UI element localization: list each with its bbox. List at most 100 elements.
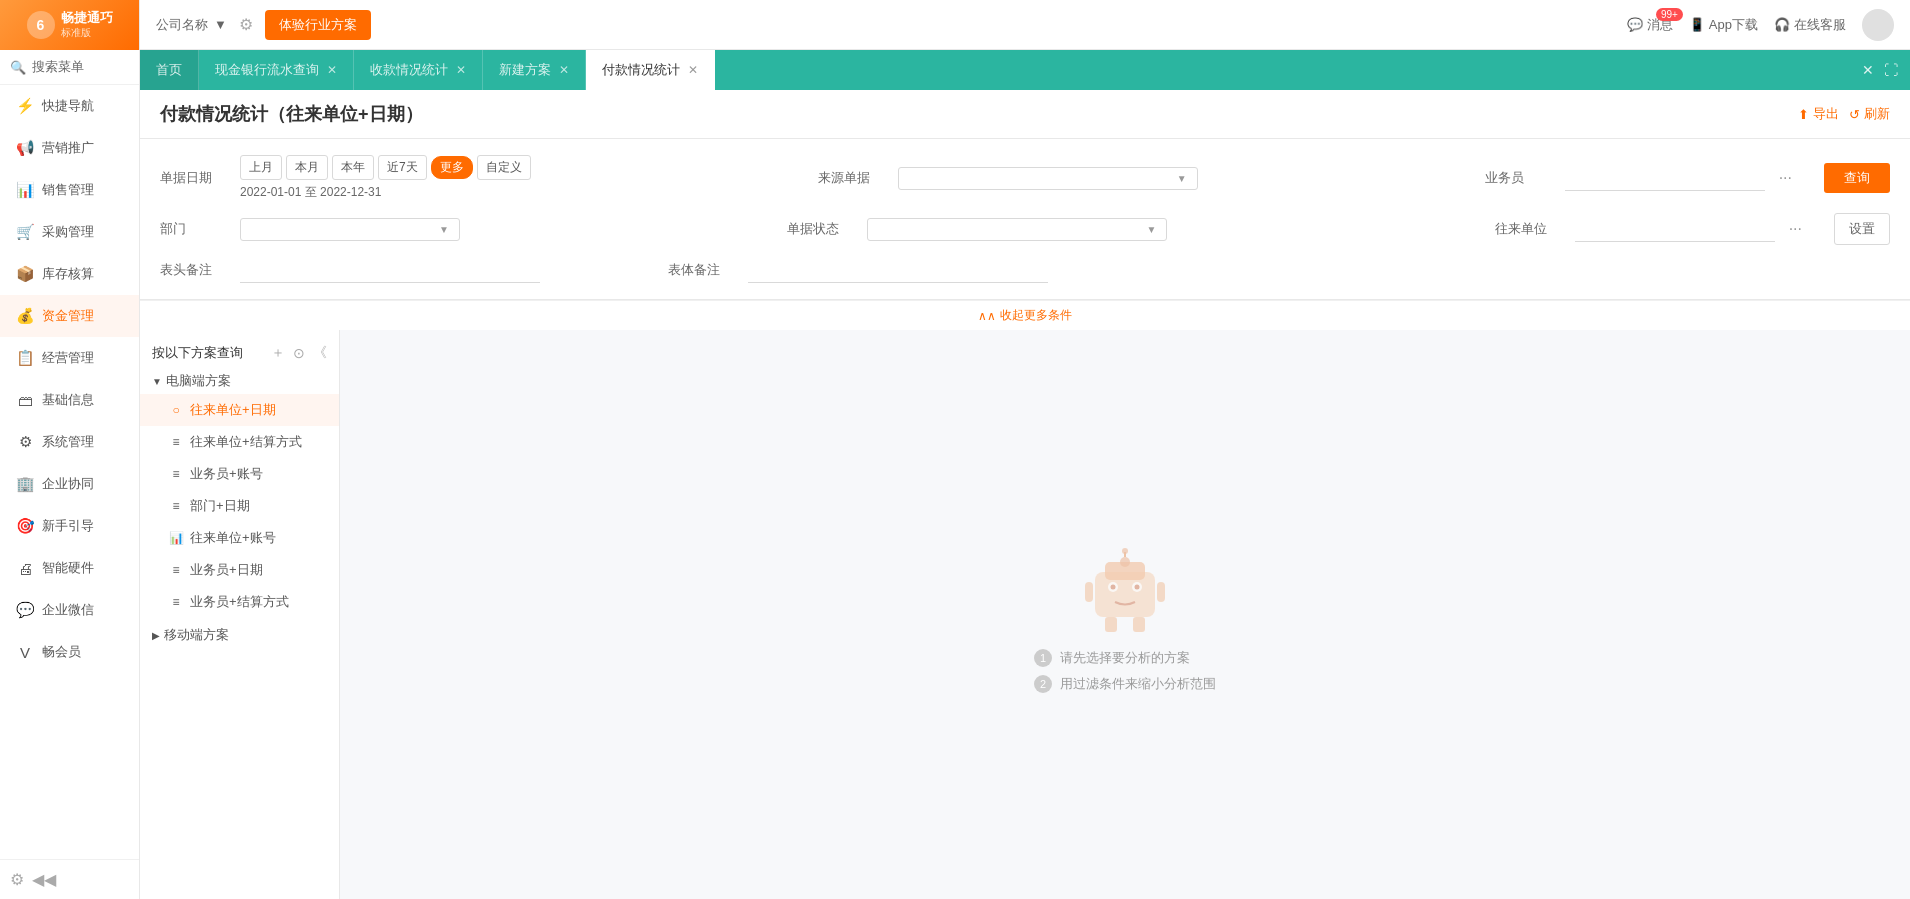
tab-close-payment-stats[interactable]: ✕ [688, 63, 698, 77]
scheme-item-counterpart-date[interactable]: ○ 往来单位+日期 [140, 394, 339, 426]
custom-btn[interactable]: 自定义 [477, 155, 531, 180]
close-all-icon[interactable]: ✕ [1862, 62, 1874, 78]
sidebar-item-vip[interactable]: V 畅会员 [0, 631, 139, 673]
svg-point-7 [1111, 584, 1116, 589]
query-btn[interactable]: 查询 [1824, 163, 1890, 193]
counterpart-ellipsis[interactable]: ··· [1781, 220, 1810, 238]
nav-icon-guide: 🎯 [16, 517, 34, 535]
chevron-up-icon: ∧∧ [978, 309, 996, 323]
nav-label-basic: 基础信息 [42, 391, 94, 409]
company-selector[interactable]: 公司名称 ▼ [156, 16, 227, 34]
sidebar-item-basic[interactable]: 🗃 基础信息 [0, 379, 139, 421]
svg-rect-12 [1133, 617, 1145, 632]
sidebar-nav: ⚡ 快捷导航📢 营销推广📊 销售管理🛒 采购管理📦 库存核算💰 资金管理📋 经营… [0, 85, 139, 673]
tab-receivable-stats[interactable]: 收款情况统计✕ [354, 50, 483, 90]
body-note-input[interactable] [748, 257, 1048, 283]
sidebar-item-hardware[interactable]: 🖨 智能硬件 [0, 547, 139, 589]
scheme-item-staff-account[interactable]: ≡ 业务员+账号 [140, 458, 339, 490]
scheme-icon-counterpart-settlement: ≡ [168, 434, 184, 450]
sidebar-item-wechat[interactable]: 💬 企业微信 [0, 589, 139, 631]
data-area: 1 请先选择要分析的方案 2 用过滤条件来缩小分析范围 [340, 330, 1910, 899]
dept-select[interactable]: ▼ [240, 218, 460, 241]
scheme-item-counterpart-settlement[interactable]: ≡ 往来单位+结算方式 [140, 426, 339, 458]
more-btn[interactable]: 更多 [431, 156, 473, 179]
last-month-btn[interactable]: 上月 [240, 155, 282, 180]
settings-btn[interactable]: 设置 [1834, 213, 1890, 245]
settings-icon[interactable]: ⚙ [10, 870, 24, 889]
desktop-group-header[interactable]: ▼ 电脑端方案 [140, 368, 339, 394]
this-year-btn[interactable]: 本年 [332, 155, 374, 180]
nav-icon-inventory: 📦 [16, 265, 34, 283]
sidebar-item-enterprise[interactable]: 🏢 企业协同 [0, 463, 139, 505]
nav-label-quick-nav: 快捷导航 [42, 97, 94, 115]
search-menu[interactable]: 🔍 搜索菜单 [0, 50, 139, 85]
scheme-item-counterpart-account[interactable]: 📊 往来单位+账号 [140, 522, 339, 554]
body-note-label: 表体备注 [668, 261, 724, 279]
export-btn[interactable]: ⬆ 导出 [1798, 105, 1839, 123]
nav-icon-finance: 💰 [16, 307, 34, 325]
tab-bank-flow[interactable]: 现金银行流水查询✕ [199, 50, 354, 90]
nav-label-enterprise: 企业协同 [42, 475, 94, 493]
empty-tips: 1 请先选择要分析的方案 2 用过滤条件来缩小分析范围 [1034, 649, 1216, 693]
doc-status-select[interactable]: ▼ [867, 218, 1167, 241]
tab-close-bank-flow[interactable]: ✕ [327, 63, 337, 77]
this-month-btn[interactable]: 本月 [286, 155, 328, 180]
collapse-scheme-btn[interactable]: 《 [313, 344, 327, 362]
add-scheme-btn[interactable]: ＋ [271, 344, 285, 362]
tab-close-new-scheme[interactable]: ✕ [559, 63, 569, 77]
scheme-label-counterpart-settlement: 往来单位+结算方式 [190, 433, 302, 451]
nav-label-system: 系统管理 [42, 433, 94, 451]
scheme-item-staff-date[interactable]: ≡ 业务员+日期 [140, 554, 339, 586]
sidebar-item-marketing[interactable]: 📢 营销推广 [0, 127, 139, 169]
header-note-input[interactable] [240, 257, 540, 283]
tab-payment-stats[interactable]: 付款情况统计✕ [586, 50, 715, 90]
scheme-item-staff-settlement[interactable]: ≡ 业务员+结算方式 [140, 586, 339, 618]
sidebar-item-system[interactable]: ⚙ 系统管理 [0, 421, 139, 463]
nav-icon-basic: 🗃 [16, 391, 34, 409]
staff-ellipsis[interactable]: ··· [1771, 169, 1800, 187]
last-7-days-btn[interactable]: 近7天 [378, 155, 427, 180]
sidebar-item-operation[interactable]: 📋 经营管理 [0, 337, 139, 379]
sidebar-item-guide[interactable]: 🎯 新手引导 [0, 505, 139, 547]
scheme-icon-staff-account: ≡ [168, 466, 184, 482]
sidebar-item-inventory[interactable]: 📦 库存核算 [0, 253, 139, 295]
maximize-icon[interactable]: ⛶ [1884, 62, 1898, 78]
svg-point-8 [1135, 584, 1140, 589]
online-service-btn[interactable]: 🎧 在线客服 [1774, 16, 1846, 34]
refresh-btn[interactable]: ↺ 刷新 [1849, 105, 1890, 123]
staff-input[interactable] [1565, 165, 1765, 191]
tab-close-receivable-stats[interactable]: ✕ [456, 63, 466, 77]
scheme-icon-counterpart-date: ○ [168, 402, 184, 418]
sidebar-item-finance[interactable]: 💰 资金管理 [0, 295, 139, 337]
nav-icon-enterprise: 🏢 [16, 475, 34, 493]
settings-icon[interactable]: ⚙ [239, 15, 253, 34]
tab-new-scheme[interactable]: 新建方案✕ [483, 50, 586, 90]
scheme-icon-dept-date: ≡ [168, 498, 184, 514]
scheme-label: 按以下方案查询 [152, 344, 243, 362]
settings-scheme-btn[interactable]: ⊙ [293, 345, 305, 361]
sidebar-item-sales[interactable]: 📊 销售管理 [0, 169, 139, 211]
scheme-icon-staff-date: ≡ [168, 562, 184, 578]
mobile-group-header[interactable]: ▶ 移动端方案 [140, 622, 339, 648]
counterpart-input[interactable] [1575, 216, 1775, 242]
svg-point-4 [1122, 548, 1128, 554]
filter-row-3: 表头备注 表体备注 [160, 257, 1890, 283]
empty-tip-1: 1 请先选择要分析的方案 [1034, 649, 1216, 667]
scheme-panel: 按以下方案查询 ＋ ⊙ 《 ▼ 电脑端方案 ○ 往来单位+日期≡ 往来单位+结算… [140, 330, 340, 899]
messages-btn[interactable]: 💬 消息 99+ [1627, 16, 1673, 34]
page-header: 付款情况统计（往来单位+日期） ⬆ 导出 ↺ 刷新 [140, 90, 1910, 139]
nav-label-finance: 资金管理 [42, 307, 94, 325]
user-avatar[interactable] [1862, 9, 1894, 41]
source-select[interactable]: ▼ [898, 167, 1198, 190]
headset-icon: 🎧 [1774, 17, 1790, 32]
app-download-btn[interactable]: 📱 App下载 [1689, 16, 1758, 34]
nav-label-vip: 畅会员 [42, 643, 81, 661]
scheme-item-dept-date[interactable]: ≡ 部门+日期 [140, 490, 339, 522]
trial-btn[interactable]: 体验行业方案 [265, 10, 371, 40]
tip-text-2: 用过滤条件来缩小分析范围 [1060, 675, 1216, 693]
sidebar-item-quick-nav[interactable]: ⚡ 快捷导航 [0, 85, 139, 127]
tab-home[interactable]: 首页 [140, 50, 199, 90]
collapse-icon[interactable]: ◀◀ [32, 870, 56, 889]
sidebar-item-purchase[interactable]: 🛒 采购管理 [0, 211, 139, 253]
collapse-btn[interactable]: ∧∧ 收起更多条件 [140, 300, 1910, 330]
